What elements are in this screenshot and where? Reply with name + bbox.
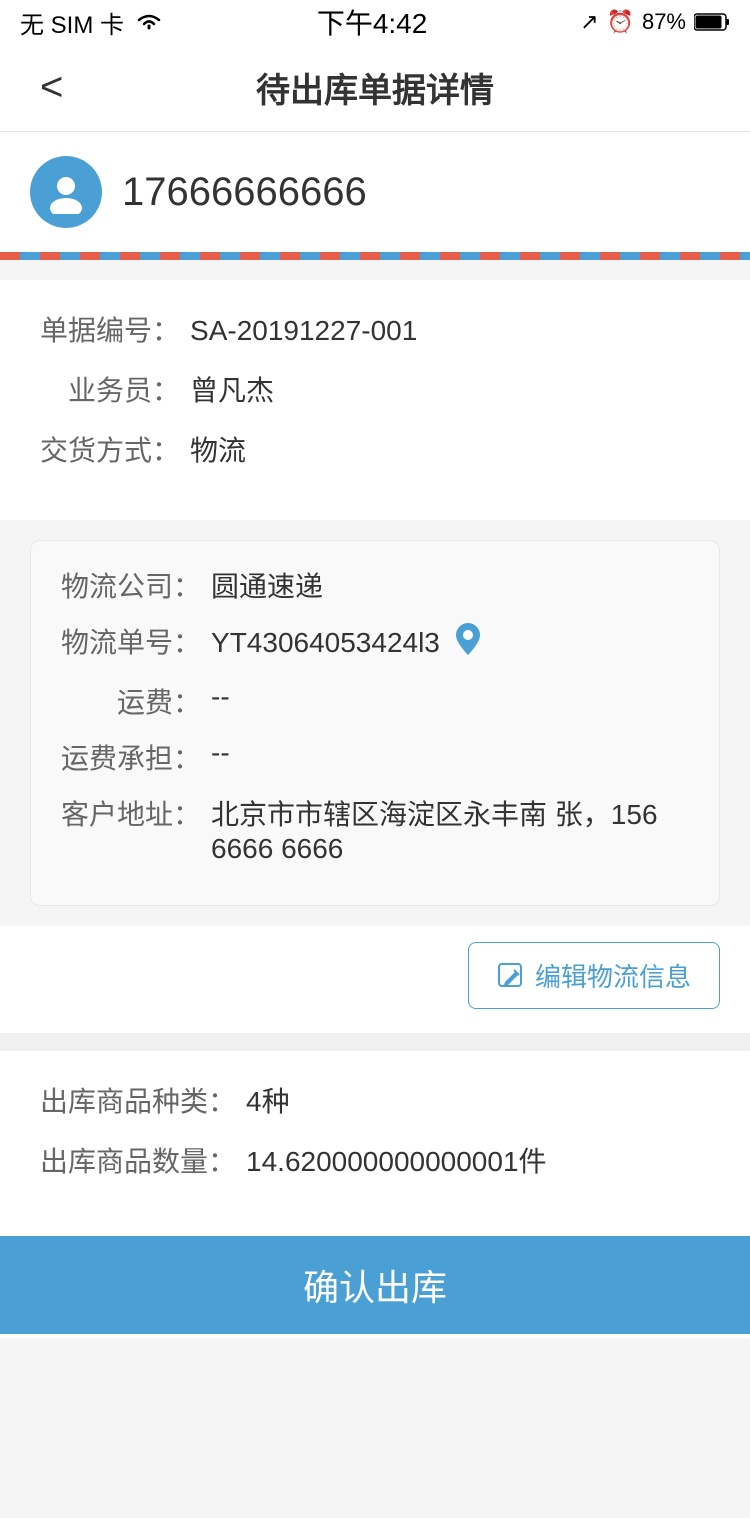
carrier-text: 无 SIM 卡 — [20, 5, 124, 40]
freight-row: 运费： -- — [61, 681, 689, 721]
wifi-icon — [134, 12, 164, 32]
location-icon: ↗ — [580, 9, 598, 35]
delivery-value: 物流 — [190, 430, 710, 472]
logistics-card: 物流公司： 圆通速递 物流单号： YT43064053424l3 运费： -- … — [30, 540, 720, 906]
logistics-tracking-value: YT43064053424l3 — [211, 621, 689, 665]
order-info-section: 单据编号： SA-20191227-001 业务员： 曾凡杰 交货方式： 物流 — [0, 280, 750, 520]
goods-quantity-row: 出库商品数量： 14.620000000000001件 — [40, 1141, 710, 1183]
battery-icon — [694, 13, 730, 31]
logistics-company-row: 物流公司： 圆通速递 — [61, 565, 689, 605]
alarm-icon: ⏰ — [607, 9, 634, 35]
nav-bar: < 待出库单据详情 — [0, 44, 750, 132]
freight-bearer-label: 运费承担： — [61, 737, 201, 777]
tracking-location-icon[interactable] — [452, 621, 484, 665]
page-title: 待出库单据详情 — [256, 63, 494, 112]
logistics-tracking-label: 物流单号： — [61, 621, 201, 661]
address-label: 客户地址： — [61, 793, 201, 833]
battery-percentage: 87% — [642, 9, 686, 35]
delivery-label: 交货方式： — [40, 430, 180, 472]
confirm-button[interactable]: 确认出库 — [303, 1259, 447, 1311]
edit-logistics-area: 编辑物流信息 — [0, 926, 750, 1033]
avatar — [30, 156, 102, 228]
status-right: ↗ ⏰ 87% — [580, 9, 730, 35]
goods-quantity-label: 出库商品数量： — [40, 1141, 236, 1183]
order-no-row: 单据编号： SA-20191227-001 — [40, 310, 710, 352]
freight-label: 运费： — [61, 681, 201, 721]
logistics-company-label: 物流公司： — [61, 565, 201, 605]
bottom-spacer — [0, 1338, 750, 1518]
freight-bearer-row: 运费承担： -- — [61, 737, 689, 777]
delivery-row: 交货方式： 物流 — [40, 430, 710, 472]
salesman-label: 业务员： — [40, 370, 180, 412]
salesman-value: 曾凡杰 — [190, 370, 710, 412]
address-value: 北京市市辖区海淀区永丰南 张，156 6666 6666 — [211, 793, 689, 865]
logistics-company-value: 圆通速递 — [211, 565, 689, 605]
status-time: 下午4:42 — [317, 2, 428, 42]
customer-header: 17666666666 — [0, 132, 750, 252]
goods-section: 出库商品种类： 4种 出库商品数量： 14.620000000000001件 — [0, 1051, 750, 1231]
edit-logistics-button[interactable]: 编辑物流信息 — [468, 942, 720, 1009]
goods-types-value: 4种 — [246, 1081, 710, 1123]
goods-quantity-value: 14.620000000000001件 — [246, 1141, 710, 1183]
logistics-tracking-row: 物流单号： YT43064053424l3 — [61, 621, 689, 665]
customer-phone: 17666666666 — [122, 170, 367, 215]
goods-types-label: 出库商品种类： — [40, 1081, 236, 1123]
dashed-divider — [0, 252, 750, 260]
section-divider — [0, 1033, 750, 1051]
freight-bearer-value: -- — [211, 737, 689, 769]
edit-icon — [497, 962, 525, 990]
status-bar: 无 SIM 卡 下午4:42 ↗ ⏰ 87% — [0, 0, 750, 44]
confirm-bar[interactable]: 确认出库 — [0, 1236, 750, 1334]
freight-value: -- — [211, 681, 689, 713]
status-carrier: 无 SIM 卡 — [20, 5, 164, 40]
order-no-value: SA-20191227-001 — [190, 310, 710, 352]
salesman-row: 业务员： 曾凡杰 — [40, 370, 710, 412]
goods-types-row: 出库商品种类： 4种 — [40, 1081, 710, 1123]
back-button[interactable]: < — [20, 55, 83, 120]
address-row: 客户地址： 北京市市辖区海淀区永丰南 张，156 6666 6666 — [61, 793, 689, 865]
order-no-label: 单据编号： — [40, 310, 180, 352]
